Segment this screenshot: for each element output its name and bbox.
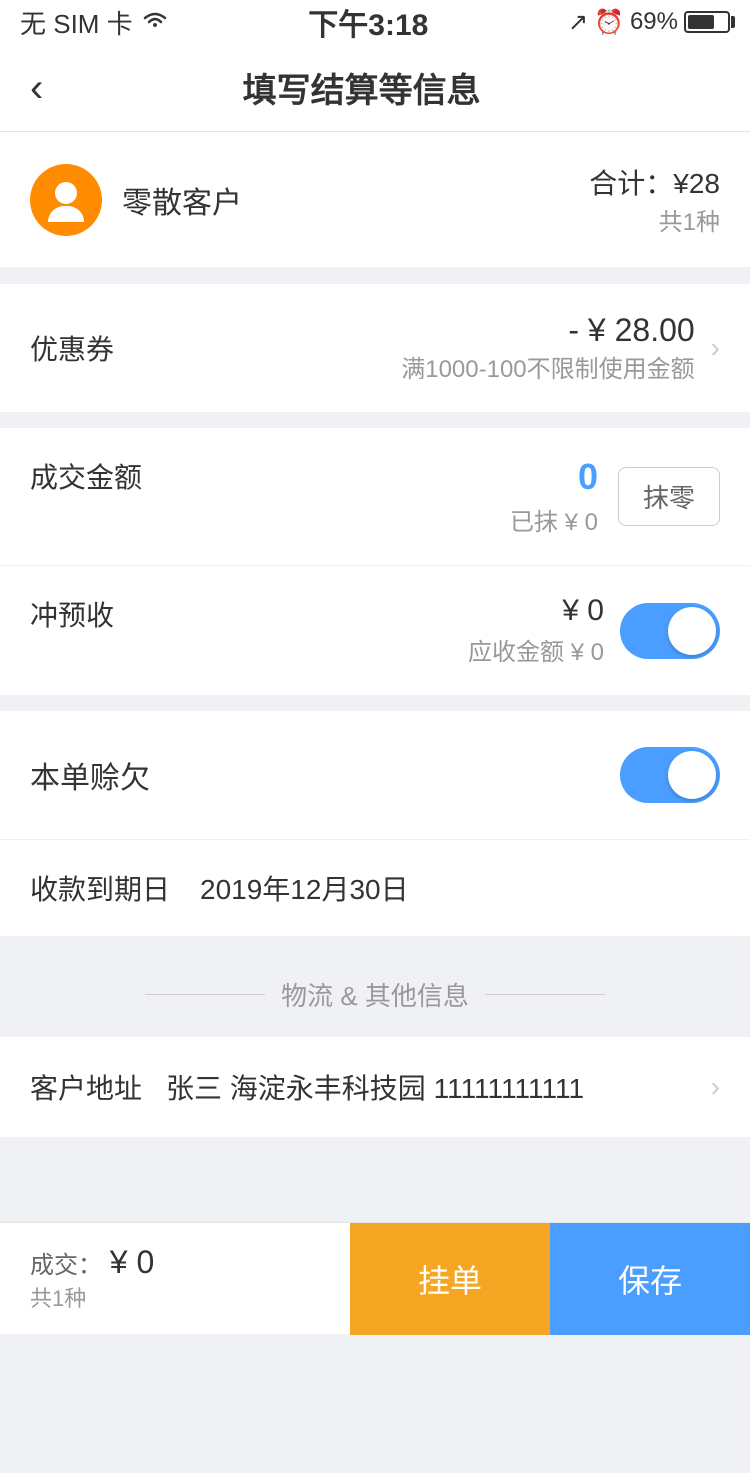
coupon-value: - ¥ 28.00 bbox=[401, 312, 694, 349]
debt-toggle-knob bbox=[668, 751, 716, 799]
address-row[interactable]: 客户地址 张三 海淀永丰科技园 11111111111 › bbox=[0, 1037, 750, 1137]
prepay-toggle[interactable] bbox=[620, 603, 720, 659]
debt-row: 本单赊欠 bbox=[0, 711, 750, 839]
customer-count: 共1种 bbox=[589, 202, 720, 237]
address-label: 客户地址 bbox=[30, 1067, 142, 1107]
due-date-row: 收款到期日 2019年12月30日 bbox=[0, 839, 750, 936]
logistics-line: 物流 & 其他信息 bbox=[30, 976, 720, 1013]
customer-row: 零散客户 合计：¥28 共1种 bbox=[0, 132, 750, 267]
bottom-deal-label: 成交： bbox=[30, 1252, 102, 1279]
bottom-count: 共1种 bbox=[30, 1281, 320, 1313]
hang-order-button[interactable]: 挂单 bbox=[350, 1223, 550, 1335]
bottom-bar: 成交： ¥ 0 共1种 挂单 保存 bbox=[0, 1222, 750, 1334]
logistics-divider-right bbox=[485, 994, 605, 995]
customer-name: 零散客户 bbox=[122, 178, 242, 222]
nav-bar: ‹ 填写结算等信息 bbox=[0, 44, 750, 132]
status-time: 下午3:18 bbox=[308, 0, 428, 44]
deal-amount-value: 0 bbox=[510, 456, 598, 498]
bottom-left: 成交： ¥ 0 共1种 bbox=[0, 1244, 350, 1313]
debt-section: 本单赊欠 收款到期日 2019年12月30日 bbox=[0, 711, 750, 936]
bottom-deal-value: ¥ 0 bbox=[110, 1244, 154, 1280]
address-chevron-icon: › bbox=[711, 1071, 720, 1103]
due-date-label: 收款到期日 bbox=[30, 868, 170, 908]
coupon-right: - ¥ 28.00 满1000-100不限制使用金额 › bbox=[401, 312, 720, 384]
customer-left: 零散客户 bbox=[30, 164, 242, 236]
prepay-right: ¥ 0 应收金额 ¥ 0 bbox=[468, 594, 720, 667]
wifi-icon bbox=[141, 7, 169, 38]
deal-amount-label: 成交金额 bbox=[30, 456, 142, 496]
debt-toggle[interactable] bbox=[620, 747, 720, 803]
customer-total: 合计：¥28 bbox=[589, 162, 720, 202]
battery-icon bbox=[684, 11, 730, 33]
coupon-row[interactable]: 优惠券 - ¥ 28.00 满1000-100不限制使用金额 › bbox=[0, 283, 750, 412]
deal-amount-wrapper: 0 已抹 ¥ 0 bbox=[510, 456, 598, 537]
address-section: 客户地址 张三 海淀永丰科技园 11111111111 › bbox=[0, 1037, 750, 1137]
logistics-divider-left bbox=[145, 994, 265, 995]
round-zero-button[interactable]: 抹零 bbox=[618, 467, 720, 526]
location-icon: ↗ bbox=[568, 8, 588, 37]
status-right: ↗ ⏰ 69% bbox=[568, 8, 730, 37]
prepay-row: 冲预收 ¥ 0 应收金额 ¥ 0 bbox=[0, 565, 750, 695]
deal-amount-right: 0 已抹 ¥ 0 抹零 bbox=[510, 456, 720, 537]
alarm-icon: ⏰ bbox=[594, 8, 624, 37]
debt-label: 本单赊欠 bbox=[30, 753, 150, 797]
logistics-header: 物流 & 其他信息 bbox=[0, 952, 750, 1037]
save-button[interactable]: 保存 bbox=[550, 1223, 750, 1335]
coupon-subtext: 满1000-100不限制使用金额 bbox=[401, 349, 694, 384]
prepay-label: 冲预收 bbox=[30, 594, 114, 634]
deal-amount-sub: 已抹 ¥ 0 bbox=[510, 502, 598, 537]
customer-right: 合计：¥28 共1种 bbox=[589, 162, 720, 237]
status-left: 无 SIM 卡 bbox=[20, 4, 169, 41]
prepay-values: ¥ 0 应收金额 ¥ 0 bbox=[468, 594, 604, 667]
customer-avatar bbox=[30, 164, 102, 236]
coupon-section: 优惠券 - ¥ 28.00 满1000-100不限制使用金额 › bbox=[0, 283, 750, 412]
status-bar: 无 SIM 卡 下午3:18 ↗ ⏰ 69% bbox=[0, 0, 750, 44]
customer-section: 零散客户 合计：¥28 共1种 bbox=[0, 132, 750, 267]
logistics-label: 物流 & 其他信息 bbox=[281, 976, 469, 1013]
deal-amount-row: 成交金额 0 已抹 ¥ 0 抹零 bbox=[0, 428, 750, 565]
coupon-chevron-icon: › bbox=[711, 332, 720, 364]
due-date-value: 2019年12月30日 bbox=[200, 868, 409, 908]
back-button[interactable]: ‹ bbox=[30, 68, 43, 108]
prepay-value: ¥ 0 bbox=[468, 594, 604, 628]
toggle-knob bbox=[668, 607, 716, 655]
bottom-deal-row: 成交： ¥ 0 bbox=[30, 1244, 320, 1281]
avatar-icon bbox=[48, 182, 84, 218]
no-sim-text: 无 SIM 卡 bbox=[20, 4, 133, 41]
deal-section: 成交金额 0 已抹 ¥ 0 抹零 冲预收 ¥ 0 应收金额 ¥ 0 bbox=[0, 428, 750, 695]
prepay-subtext: 应收金额 ¥ 0 bbox=[468, 632, 604, 667]
page-title: 填写结算等信息 bbox=[63, 63, 660, 112]
battery-percent: 69% bbox=[630, 8, 678, 36]
address-value: 张三 海淀永丰科技园 11111111111 bbox=[166, 1067, 707, 1107]
coupon-label: 优惠券 bbox=[30, 328, 114, 368]
